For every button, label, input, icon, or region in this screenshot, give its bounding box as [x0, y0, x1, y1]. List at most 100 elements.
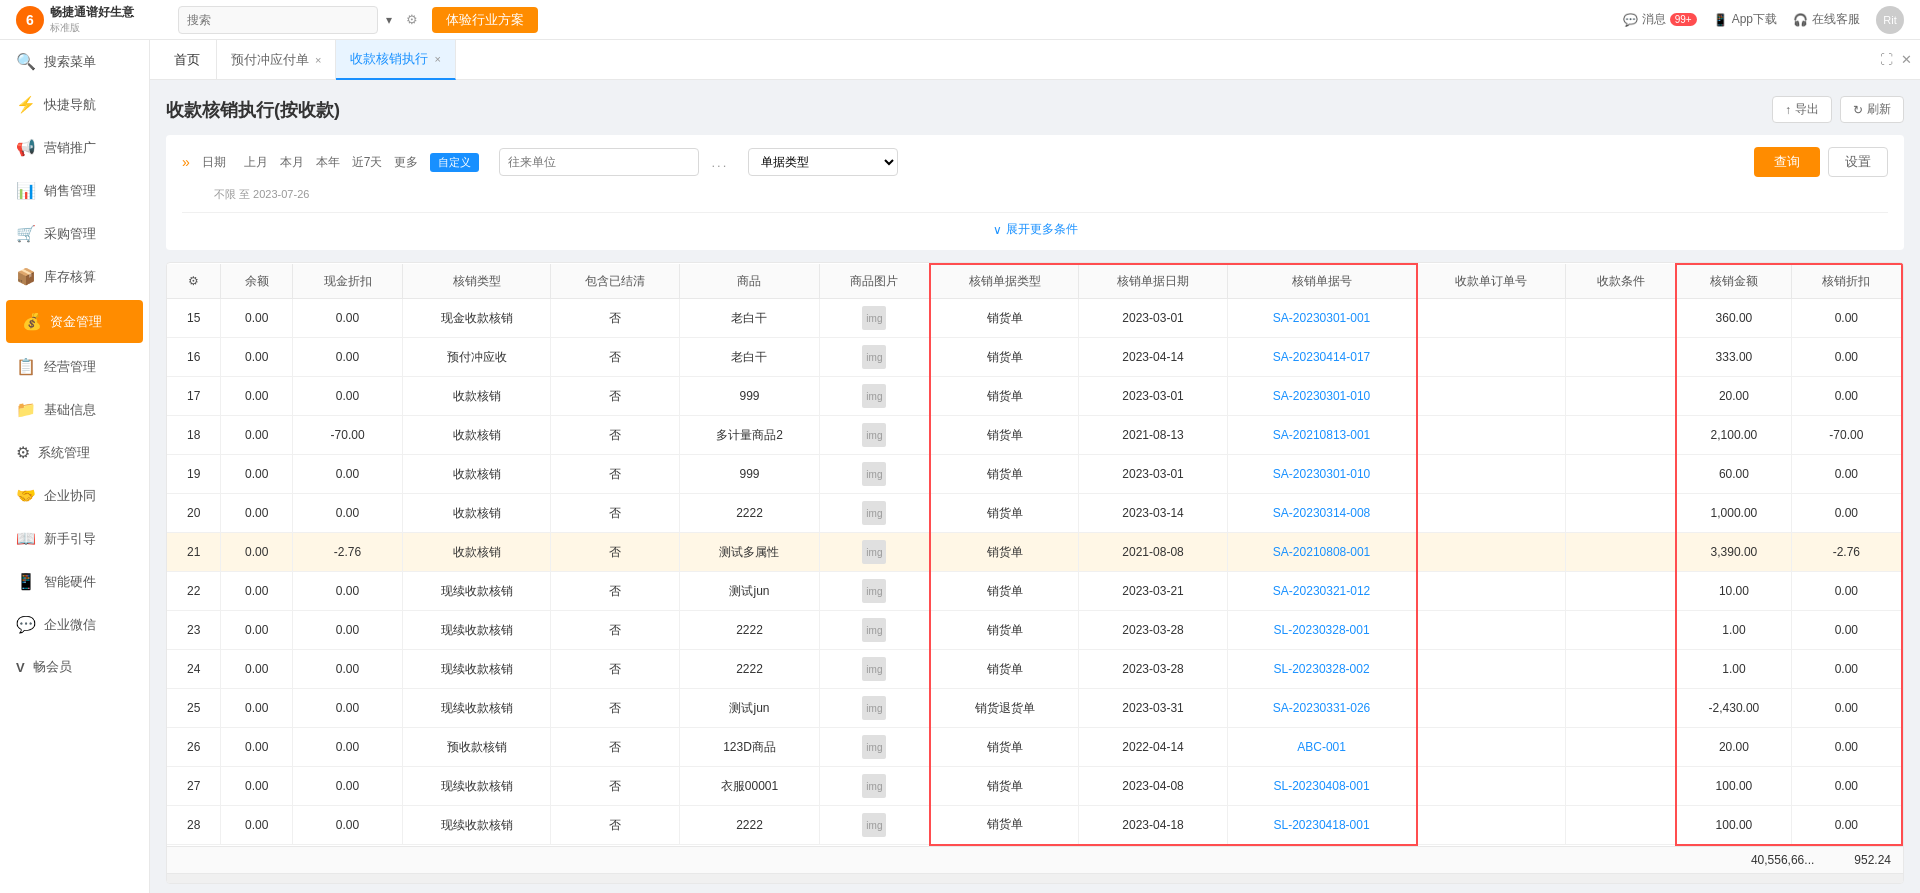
app-download-link[interactable]: 📱 App下载	[1713, 11, 1777, 28]
sidebar-item-purchase[interactable]: 🛒 采购管理	[0, 212, 149, 255]
gear-icon[interactable]: ⚙	[400, 8, 424, 32]
doc-no-link[interactable]: ABC-001	[1297, 740, 1346, 754]
cell-doc-no: SA-20210808-001	[1227, 533, 1416, 572]
horizontal-scrollbar[interactable]	[167, 873, 1903, 883]
sidebar-item-wechat[interactable]: 💬 企业微信	[0, 603, 149, 646]
expand-toggle[interactable]: »	[182, 154, 190, 170]
cell-balance: 0.00	[221, 650, 293, 689]
filter-this-month[interactable]: 本月	[280, 154, 304, 171]
message-area[interactable]: 💬 消息 99+	[1623, 11, 1697, 28]
doc-no-link[interactable]: SL-20230408-001	[1274, 779, 1370, 793]
filter-custom-button[interactable]: 自定义	[430, 153, 479, 172]
sidebar-item-quicknav[interactable]: ⚡ 快捷导航	[0, 83, 149, 126]
sidebar-item-vip[interactable]: V 畅会员	[0, 646, 149, 688]
cell-verify-type: 收款核销	[403, 455, 551, 494]
sidebar-item-sales[interactable]: 📊 销售管理	[0, 169, 149, 212]
sidebar-item-search[interactable]: 🔍 搜索菜单	[0, 40, 149, 83]
cell-doc-no: SA-20230414-017	[1227, 338, 1416, 377]
cell-id: 25	[167, 689, 221, 728]
filter-more[interactable]: 更多	[394, 154, 418, 171]
cell-doc-type: 销货单	[930, 533, 1079, 572]
cell-has-settled: 否	[551, 533, 680, 572]
tab-verify[interactable]: 收款核销执行 ×	[336, 40, 455, 80]
partner-input[interactable]	[499, 148, 699, 176]
tab-home[interactable]: 首页	[158, 40, 217, 80]
sidebar-item-guide[interactable]: 📖 新手引导	[0, 517, 149, 560]
cell-has-settled: 否	[551, 767, 680, 806]
doc-no-link[interactable]: SA-20210813-001	[1273, 428, 1370, 442]
settings-button[interactable]: 设置	[1828, 147, 1888, 177]
cell-verify-amount: 20.00	[1676, 377, 1791, 416]
col-verify-type: 核销类型	[403, 264, 551, 299]
refresh-button[interactable]: ↻ 刷新	[1840, 96, 1904, 123]
cell-receipt-order	[1417, 416, 1566, 455]
search-input[interactable]	[178, 6, 378, 34]
cell-verify-amount: -2,430.00	[1676, 689, 1791, 728]
solution-button[interactable]: 体验行业方案	[432, 7, 538, 33]
cell-cash-discount: -70.00	[293, 416, 403, 455]
expand-more-btn[interactable]: ∨ 展开更多条件	[182, 212, 1888, 238]
cell-verify-discount: 0.00	[1791, 455, 1902, 494]
cell-receipt-order	[1417, 338, 1566, 377]
cell-verify-discount: 0.00	[1791, 611, 1902, 650]
tab-close-prepay[interactable]: ×	[315, 54, 321, 66]
main-content: 首页 预付冲应付单 × 收款核销执行 × ⛶ ✕ 收款核销执行(按收款)	[150, 40, 1920, 893]
sidebar: 🔍 搜索菜单 ⚡ 快捷导航 📢 营销推广 📊 销售管理 🛒 采购管理 📦 库存核…	[0, 40, 150, 893]
doc-no-link[interactable]: SL-20230328-001	[1274, 623, 1370, 637]
cell-doc-type: 销货单	[930, 767, 1079, 806]
sidebar-item-collab[interactable]: 🤝 企业协同	[0, 474, 149, 517]
doc-no-link[interactable]: SA-20210808-001	[1273, 545, 1370, 559]
col-settings[interactable]: ⚙	[167, 264, 221, 299]
sidebar-item-marketing[interactable]: 📢 营销推广	[0, 126, 149, 169]
cell-doc-type: 销货单	[930, 416, 1079, 455]
sidebar-item-system[interactable]: ⚙ 系统管理	[0, 431, 149, 474]
online-service-link[interactable]: 🎧 在线客服	[1793, 11, 1860, 28]
date-range-display: 不限 至 2023-07-26	[214, 187, 1888, 202]
maximize-icon[interactable]: ⛶	[1880, 52, 1893, 67]
cell-balance: 0.00	[221, 533, 293, 572]
cell-goods-img: img	[819, 572, 930, 611]
export-button[interactable]: ↑ 导出	[1772, 96, 1832, 123]
filter-last7days[interactable]: 近7天	[352, 154, 383, 171]
cell-goods: 老白干	[680, 338, 820, 377]
cell-goods-img: img	[819, 806, 930, 845]
chevron-down-icon: ∨	[993, 223, 1002, 237]
tab-close-verify[interactable]: ×	[434, 53, 440, 65]
sidebar-item-basicinfo[interactable]: 📁 基础信息	[0, 388, 149, 431]
doc-no-link[interactable]: SA-20230301-010	[1273, 467, 1370, 481]
doc-no-link[interactable]: SA-20230301-010	[1273, 389, 1370, 403]
avatar[interactable]: Rit	[1876, 6, 1904, 34]
tab-prepay[interactable]: 预付冲应付单 ×	[217, 40, 336, 80]
cell-balance: 0.00	[221, 494, 293, 533]
cell-receipt-order	[1417, 767, 1566, 806]
sidebar-item-inventory[interactable]: 📦 库存核算	[0, 255, 149, 298]
cell-verify-amount: 1,000.00	[1676, 494, 1791, 533]
nav-dropdown[interactable]: ▾	[386, 13, 392, 27]
cell-id: 27	[167, 767, 221, 806]
doc-no-link[interactable]: SL-20230328-002	[1274, 662, 1370, 676]
sidebar-item-operations[interactable]: 📋 经营管理	[0, 345, 149, 388]
sidebar-item-hardware[interactable]: 📱 智能硬件	[0, 560, 149, 603]
cell-doc-no: SA-20230301-001	[1227, 299, 1416, 338]
cell-cash-discount: 0.00	[293, 572, 403, 611]
filter-last-month[interactable]: 上月	[244, 154, 268, 171]
cell-verify-discount: 0.00	[1791, 728, 1902, 767]
doc-no-link[interactable]: SA-20230331-026	[1273, 701, 1370, 715]
doc-type-select[interactable]: 单据类型	[748, 148, 898, 176]
query-button[interactable]: 查询	[1754, 147, 1820, 177]
sidebar-item-finance[interactable]: 💰 资金管理	[6, 300, 143, 343]
close-window-icon[interactable]: ✕	[1901, 52, 1912, 67]
doc-no-link[interactable]: SL-20230418-001	[1274, 818, 1370, 832]
doc-no-link[interactable]: SA-20230414-017	[1273, 350, 1370, 364]
cell-doc-type: 销货单	[930, 494, 1079, 533]
col-doc-no: 核销单据号	[1227, 264, 1416, 299]
cell-receipt-cond	[1565, 611, 1676, 650]
doc-no-link[interactable]: SA-20230314-008	[1273, 506, 1370, 520]
col-doc-date: 核销单据日期	[1079, 264, 1227, 299]
doc-no-link[interactable]: SA-20230321-012	[1273, 584, 1370, 598]
col-receipt-cond: 收款条件	[1565, 264, 1676, 299]
filter-this-year[interactable]: 本年	[316, 154, 340, 171]
doc-no-link[interactable]: SA-20230301-001	[1273, 311, 1370, 325]
cell-verify-type: 现续收款核销	[403, 806, 551, 845]
cell-goods-img: img	[819, 728, 930, 767]
